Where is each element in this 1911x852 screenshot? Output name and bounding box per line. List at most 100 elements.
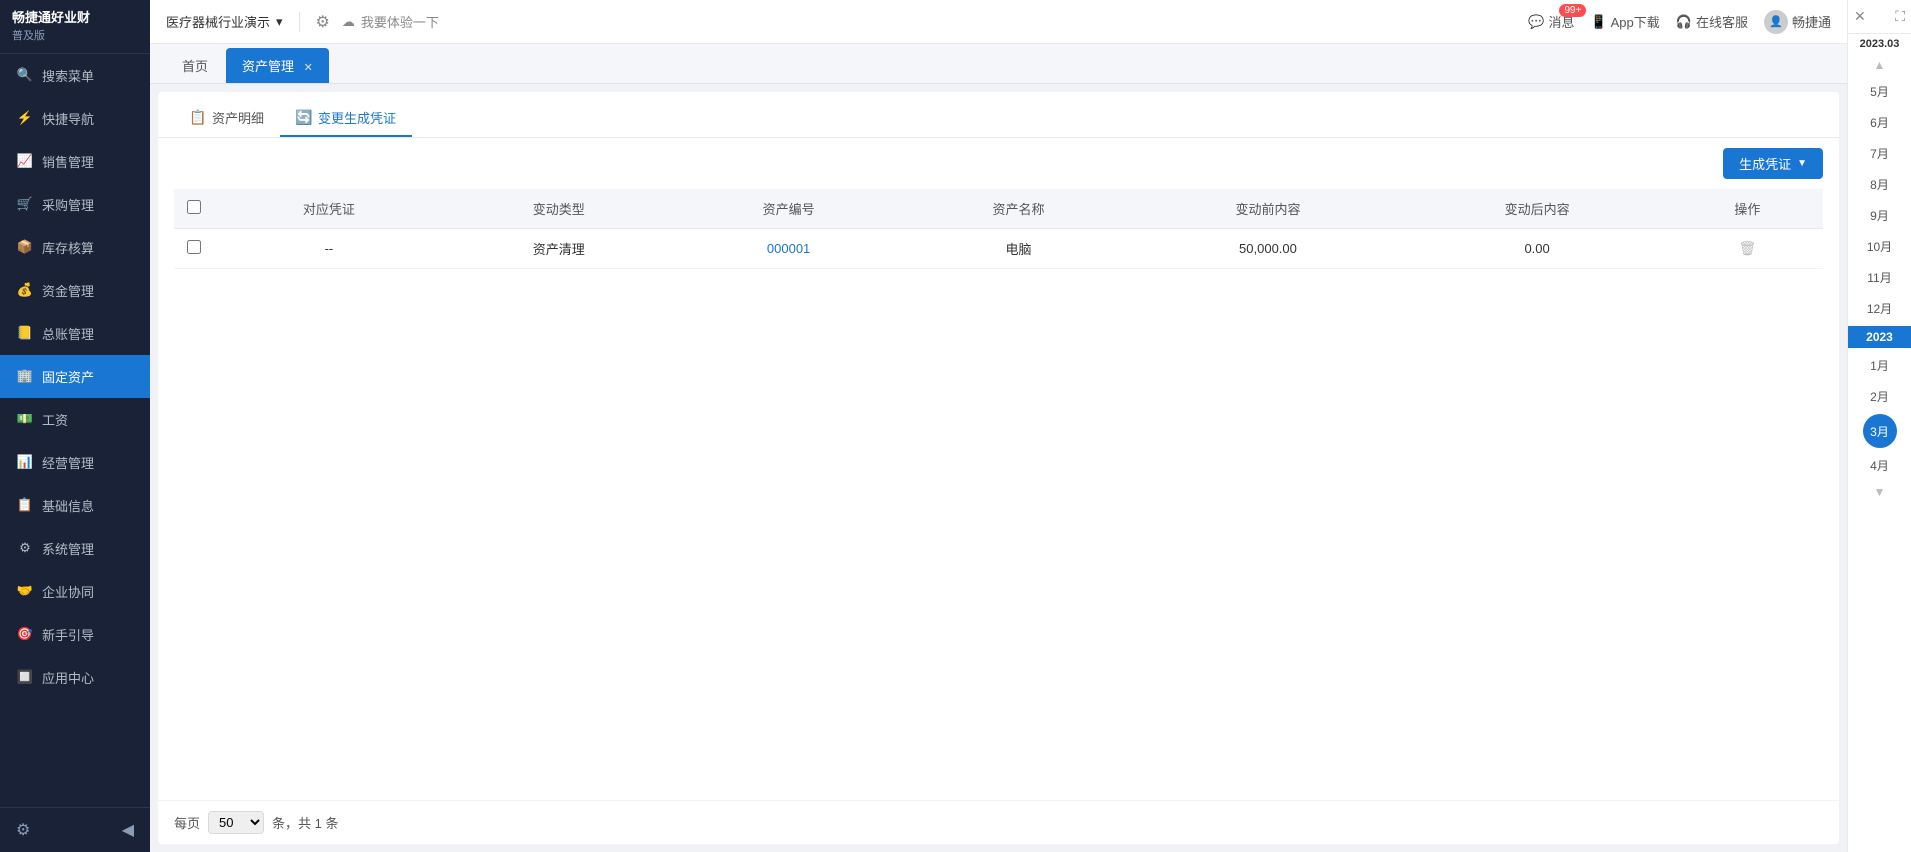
sidebar-item-资金管理[interactable]: 💰 资金管理 — [0, 269, 150, 312]
app-download-button[interactable]: 📱 App下载 — [1590, 12, 1659, 31]
data-table-wrap: 对应凭证 变动类型 资产编号 资产名称 变动前内容 变动后内容 操作 -- 资产… — [158, 189, 1839, 800]
sidebar-item-销售管理[interactable]: 📈 销售管理 — [0, 140, 150, 183]
sidebar-label-6: 总账管理 — [42, 324, 94, 343]
row-checkbox-0[interactable] — [187, 240, 201, 254]
tab-home[interactable]: 首页 — [166, 48, 224, 83]
sidebar-label-5: 资金管理 — [42, 281, 94, 300]
month-2-2023[interactable]: 2月 — [1848, 381, 1911, 412]
subtab-bar: 📋 资产明细 🔄 变更生成凭证 — [158, 92, 1839, 138]
select-all-header — [174, 189, 214, 229]
col-before: 变动前内容 — [1133, 189, 1402, 229]
subtab-change-voucher-label: 变更生成凭证 — [318, 108, 396, 127]
sidebar-item-总账管理[interactable]: 📒 总账管理 — [0, 312, 150, 355]
select-all-checkbox[interactable] — [187, 200, 201, 214]
generate-dropdown-icon: ▼ — [1797, 158, 1807, 169]
sidebar-label-7: 固定资产 — [42, 367, 94, 386]
sidebar-icon-14: 🔲 — [16, 668, 34, 686]
sidebar-icon-9: 📊 — [16, 453, 34, 471]
sidebar-icon-4: 📦 — [16, 238, 34, 256]
generate-voucher-button[interactable]: 生成凭证 ▼ — [1723, 148, 1823, 179]
tab-asset-management[interactable]: 资产管理 ✕ — [226, 48, 329, 83]
per-page-select[interactable]: 10 20 50 100 — [208, 811, 264, 834]
month-12[interactable]: 12月 — [1848, 293, 1911, 324]
sidebar-item-采购管理[interactable]: 🛒 采购管理 — [0, 183, 150, 226]
message-button[interactable]: 💬 消息 99+ — [1528, 12, 1574, 31]
main-area: 医疗器械行业演示 ▾ ⚙ ☁ 我要体验一下 💬 消息 99+ 📱 App下载 🎧… — [150, 0, 1847, 852]
sidebar-label-9: 经营管理 — [42, 453, 94, 472]
tab-close-icon[interactable]: ✕ — [304, 62, 313, 74]
sidebar-item-快捷导航[interactable]: ⚡ 快捷导航 — [0, 97, 150, 140]
month-7[interactable]: 7月 — [1848, 138, 1911, 169]
per-page-label: 每页 — [174, 813, 200, 832]
total-count: 条，共 1 条 — [272, 813, 338, 832]
content-area: 📋 资产明细 🔄 变更生成凭证 生成凭证 ▼ — [158, 92, 1839, 844]
headset-icon: 🎧 — [1676, 14, 1692, 30]
sidebar-item-系统管理[interactable]: ⚙ 系统管理 — [0, 527, 150, 570]
asset-detail-icon: 📋 — [190, 110, 206, 126]
sidebar: 畅捷通好业财 普及版 🔍 搜索菜单 ⚡ 快捷导航 📈 销售管理 🛒 采购管理 📦… — [0, 0, 150, 852]
company-name: 医疗器械行业演示 — [166, 12, 270, 31]
download-icon: 📱 — [1590, 14, 1606, 30]
sidebar-item-基础信息[interactable]: 📋 基础信息 — [0, 484, 150, 527]
col-asset-name: 资产名称 — [904, 189, 1134, 229]
scroll-up-icon[interactable]: ▲ — [1848, 54, 1911, 76]
customer-service-button[interactable]: 🎧 在线客服 — [1676, 12, 1748, 31]
change-voucher-icon: 🔄 — [296, 110, 312, 126]
date-panel: ✕ ⛶ 2023.03 ▲ 5月 6月 7月 8月 9月 10月 11月 12月… — [1847, 0, 1911, 852]
sidebar-item-应用中心[interactable]: 🔲 应用中心 — [0, 656, 150, 699]
month-3-2023[interactable]: 3月 — [1863, 414, 1897, 448]
sidebar-item-新手引导[interactable]: 🎯 新手引导 — [0, 613, 150, 656]
customer-service-label: 在线客服 — [1696, 12, 1748, 31]
sidebar-label-12: 企业协同 — [42, 582, 94, 601]
month-4-2023[interactable]: 4月 — [1848, 450, 1911, 481]
user-menu[interactable]: 👤 畅捷通 — [1764, 10, 1831, 34]
close-panel-icon[interactable]: ✕ — [1854, 8, 1866, 25]
expand-panel-icon[interactable]: ⛶ — [1895, 8, 1905, 25]
month-8[interactable]: 8月 — [1848, 169, 1911, 200]
sidebar-item-企业协同[interactable]: 🤝 企业协同 — [0, 570, 150, 613]
chevron-down-icon: ▾ — [276, 14, 283, 30]
month-1-2023[interactable]: 1月 — [1848, 350, 1911, 381]
month-11[interactable]: 11月 — [1848, 262, 1911, 293]
company-selector[interactable]: 医疗器械行业演示 ▾ — [166, 12, 283, 31]
sidebar-label-10: 基础信息 — [42, 496, 94, 515]
app-download-label: App下载 — [1611, 12, 1660, 31]
subtab-change-voucher[interactable]: 🔄 变更生成凭证 — [280, 100, 412, 137]
month-list: ▲ 5月 6月 7月 8月 9月 10月 11月 12月 2023 1月 2月 … — [1848, 54, 1911, 852]
sidebar-item-搜索菜单[interactable]: 🔍 搜索菜单 — [0, 54, 150, 97]
sidebar-icon-8: 💵 — [16, 410, 34, 428]
cell-operation-0: 🗑 — [1672, 229, 1823, 269]
sidebar-label-4: 库存核算 — [42, 238, 94, 257]
month-5[interactable]: 5月 — [1848, 76, 1911, 107]
sidebar-icon-0: 🔍 — [16, 66, 34, 84]
sidebar-item-固定资产[interactable]: 🏢 固定资产 — [0, 355, 150, 398]
sidebar-icon-12: 🤝 — [16, 582, 34, 600]
month-10[interactable]: 10月 — [1848, 231, 1911, 262]
sidebar-icon-3: 🛒 — [16, 195, 34, 213]
experience-button[interactable]: ☁ 我要体验一下 — [342, 12, 439, 31]
cell-change-type-0: 资产清理 — [444, 229, 674, 269]
pagination: 每页 10 20 50 100 条，共 1 条 — [158, 800, 1839, 844]
month-9[interactable]: 9月 — [1848, 200, 1911, 231]
sidebar-item-库存核算[interactable]: 📦 库存核算 — [0, 226, 150, 269]
settings-icon[interactable]: ⚙ — [16, 820, 30, 840]
month-6[interactable]: 6月 — [1848, 107, 1911, 138]
subtab-asset-detail[interactable]: 📋 资产明细 — [174, 100, 280, 137]
sidebar-icon-13: 🎯 — [16, 625, 34, 643]
username: 畅捷通 — [1792, 12, 1831, 31]
date-panel-title: 2023.03 — [1848, 34, 1911, 54]
topbar-divider — [299, 12, 300, 32]
experience-label: 我要体验一下 — [361, 12, 439, 31]
delete-icon-0[interactable]: 🗑 — [1738, 240, 1756, 256]
scroll-down-icon[interactable]: ▼ — [1848, 481, 1911, 503]
sidebar-icon-5: 💰 — [16, 281, 34, 299]
cell-asset-code-0: 000001 — [674, 229, 904, 269]
topbar-gear-icon[interactable]: ⚙ — [316, 12, 330, 32]
tabbar: 首页 资产管理 ✕ — [150, 44, 1847, 84]
sidebar-item-经营管理[interactable]: 📊 经营管理 — [0, 441, 150, 484]
collapse-icon[interactable]: ◀ — [122, 820, 134, 840]
sidebar-item-工资[interactable]: 💵 工资 — [0, 398, 150, 441]
table-row: -- 资产清理 000001 电脑 50,000.00 0.00 🗑 — [174, 229, 1823, 269]
cell-after-0: 0.00 — [1403, 229, 1672, 269]
sidebar-footer: ⚙ ◀ — [0, 807, 150, 852]
